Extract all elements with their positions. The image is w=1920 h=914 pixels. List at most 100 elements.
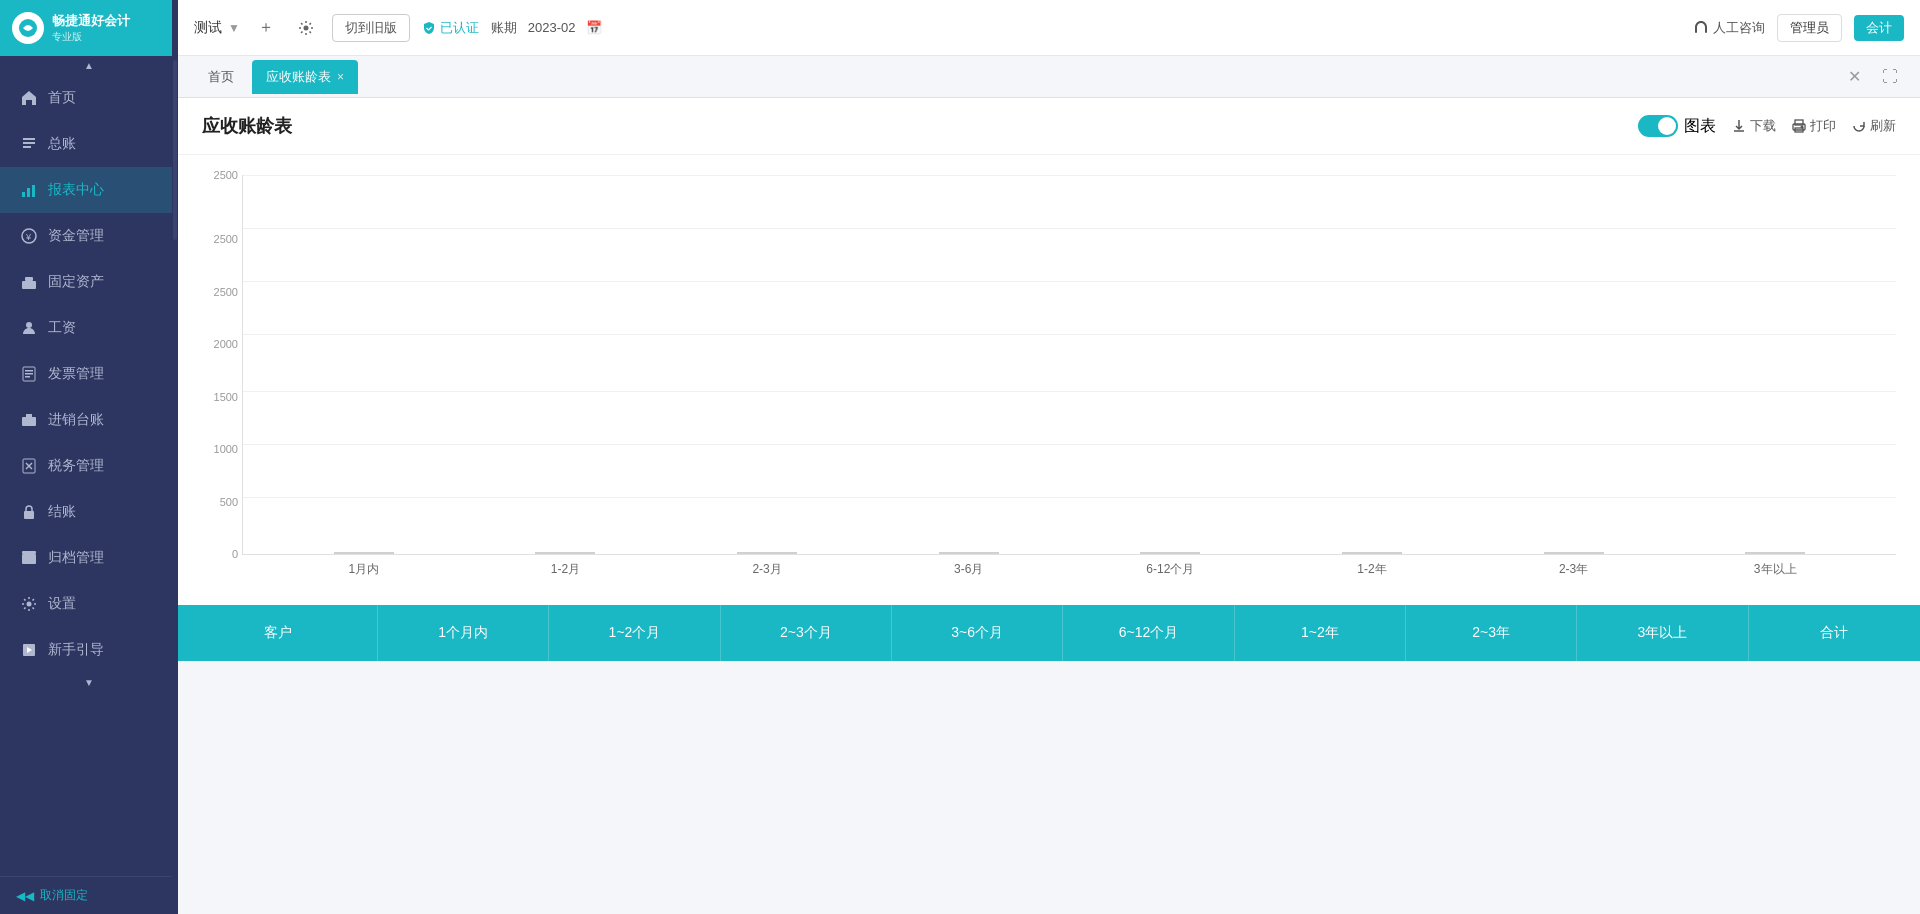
svg-rect-5 xyxy=(27,188,30,197)
certified-label: 已认证 xyxy=(440,19,479,37)
sidebar-scroll-up[interactable]: ▲ xyxy=(0,56,178,75)
toggle-label: 图表 xyxy=(1684,116,1716,137)
role-button[interactable]: 会计 xyxy=(1854,15,1904,41)
funds-icon: ¥ xyxy=(20,227,38,245)
certified-badge: 已认证 xyxy=(422,19,479,37)
svg-rect-6 xyxy=(32,185,35,197)
bar-group-3y xyxy=(1745,552,1805,554)
sidebar-scroll-down[interactable]: ▼ xyxy=(0,673,178,692)
y-label-1000: 1000 xyxy=(203,443,238,455)
tax-icon xyxy=(20,457,38,475)
pin-icon: ◀◀ xyxy=(16,889,34,903)
app-name-block: 畅捷通好会计 专业版 xyxy=(52,12,130,44)
print-button[interactable]: 打印 xyxy=(1792,117,1836,135)
print-label: 打印 xyxy=(1810,117,1836,135)
tab-close-icon[interactable]: × xyxy=(337,70,344,84)
archive-icon xyxy=(20,549,38,567)
y-label-500: 500 xyxy=(203,496,238,508)
sidebar-item-funds[interactable]: ¥ 资金管理 xyxy=(0,213,178,259)
sidebar-item-inventory[interactable]: 进销台账 xyxy=(0,397,178,443)
bar-group-1-2y xyxy=(1342,552,1402,554)
table-header-1-2m: 1~2个月 xyxy=(549,605,720,661)
svg-rect-29 xyxy=(1695,29,1697,33)
period-display: 账期 2023-02 📅 xyxy=(491,19,602,37)
sidebar-item-invoice[interactable]: 发票管理 xyxy=(0,351,178,397)
svg-point-25 xyxy=(27,602,32,607)
sidebar-logo: 畅捷通好会计 专业版 xyxy=(0,0,178,56)
svg-rect-15 xyxy=(25,376,30,378)
bar-group-3-6m xyxy=(939,552,999,554)
ledger-icon xyxy=(20,135,38,153)
app-edition: 专业版 xyxy=(52,30,130,44)
sidebar-item-tax[interactable]: 税务管理 xyxy=(0,443,178,489)
plus-icon: ＋ xyxy=(258,17,274,38)
toggle-switch[interactable] xyxy=(1638,115,1678,137)
settings-button[interactable] xyxy=(292,14,320,42)
consult-label: 人工咨询 xyxy=(1713,19,1765,37)
bar-2-3m xyxy=(737,552,797,554)
sidebar-label-invoice: 发票管理 xyxy=(48,365,104,383)
sidebar-label-reports: 报表中心 xyxy=(48,181,104,199)
sidebar-label-payroll: 工资 xyxy=(48,319,76,337)
svg-rect-14 xyxy=(25,373,33,375)
download-button[interactable]: 下载 xyxy=(1732,117,1776,135)
workspace-selector[interactable]: 测试 ▼ xyxy=(194,19,240,37)
sidebar-label-closing: 结账 xyxy=(48,503,76,521)
pin-label: 取消固定 xyxy=(40,887,88,904)
calendar-icon[interactable]: 📅 xyxy=(586,20,602,35)
sidebar-label-archive: 归档管理 xyxy=(48,549,104,567)
report-title: 应收账龄表 xyxy=(202,114,292,138)
svg-rect-23 xyxy=(22,551,36,554)
table-header-1m: 1个月内 xyxy=(378,605,549,661)
sidebar: 畅捷通好会计 专业版 ▲ 首页 总账 报表中心 xyxy=(0,0,178,914)
sidebar-item-closing[interactable]: 结账 xyxy=(0,489,178,535)
sidebar-item-settings[interactable]: 设置 xyxy=(0,581,178,627)
manager-button[interactable]: 管理员 xyxy=(1777,14,1842,42)
tab-expand-btn[interactable]: ⛶ xyxy=(1876,63,1904,91)
settings-icon xyxy=(20,595,38,613)
table-header-1-2y: 1~2年 xyxy=(1235,605,1406,661)
topbar: 测试 ▼ ＋ 切到旧版 已认证 账期 2023-02 xyxy=(178,0,1920,56)
sidebar-item-archive[interactable]: 归档管理 xyxy=(0,535,178,581)
svg-rect-21 xyxy=(24,511,34,519)
gear-icon xyxy=(298,20,314,36)
bars-area xyxy=(243,175,1896,554)
page-content: 应收账龄表 图表 下载 xyxy=(178,98,1920,914)
sidebar-item-reports[interactable]: 报表中心 xyxy=(0,167,178,213)
consult-button[interactable]: 人工咨询 xyxy=(1693,19,1765,37)
download-label: 下载 xyxy=(1750,117,1776,135)
sidebar-item-home[interactable]: 首页 xyxy=(0,75,178,121)
chart-toggle: 图表 xyxy=(1638,115,1716,137)
sidebar-pin-button[interactable]: ◀◀ 取消固定 xyxy=(0,876,178,914)
sidebar-label-assets: 固定资产 xyxy=(48,273,104,291)
col-3-6m: 3~6个月 xyxy=(951,624,1003,642)
svg-rect-22 xyxy=(22,554,36,564)
old-version-button[interactable]: 切到旧版 xyxy=(332,14,410,42)
sidebar-item-payroll[interactable]: 工资 xyxy=(0,305,178,351)
svg-point-28 xyxy=(303,25,308,30)
tab-home-label: 首页 xyxy=(208,68,234,86)
sidebar-label-tax: 税务管理 xyxy=(48,457,104,475)
svg-rect-13 xyxy=(25,370,33,372)
x-label-3-6m: 3-6月 xyxy=(939,561,999,578)
sidebar-item-assets[interactable]: 固定资产 xyxy=(0,259,178,305)
sidebar-item-ledger[interactable]: 总账 xyxy=(0,121,178,167)
tabs-bar: 首页 应收账龄表 × ✕ ⛶ xyxy=(178,56,1920,98)
col-1m: 1个月内 xyxy=(438,624,488,642)
svg-rect-2 xyxy=(23,142,35,144)
tab-aging-label: 应收账龄表 xyxy=(266,68,331,86)
download-icon xyxy=(1732,119,1746,133)
bar-6-12m xyxy=(1140,552,1200,554)
refresh-button[interactable]: 刷新 xyxy=(1852,117,1896,135)
tab-close-window-btn[interactable]: ✕ xyxy=(1840,63,1868,91)
y-label-2500-top: 2500 xyxy=(203,169,238,181)
assets-icon xyxy=(20,273,38,291)
report-actions: 图表 下载 xyxy=(1638,115,1896,137)
add-button[interactable]: ＋ xyxy=(252,14,280,42)
y-label-0: 0 xyxy=(203,548,238,560)
svg-point-34 xyxy=(1801,126,1803,128)
x-label-6-12m: 6-12个月 xyxy=(1140,561,1200,578)
tab-aging[interactable]: 应收账龄表 × xyxy=(252,60,358,94)
sidebar-item-guide[interactable]: 新手引导 xyxy=(0,627,178,673)
tab-home[interactable]: 首页 xyxy=(194,60,248,94)
